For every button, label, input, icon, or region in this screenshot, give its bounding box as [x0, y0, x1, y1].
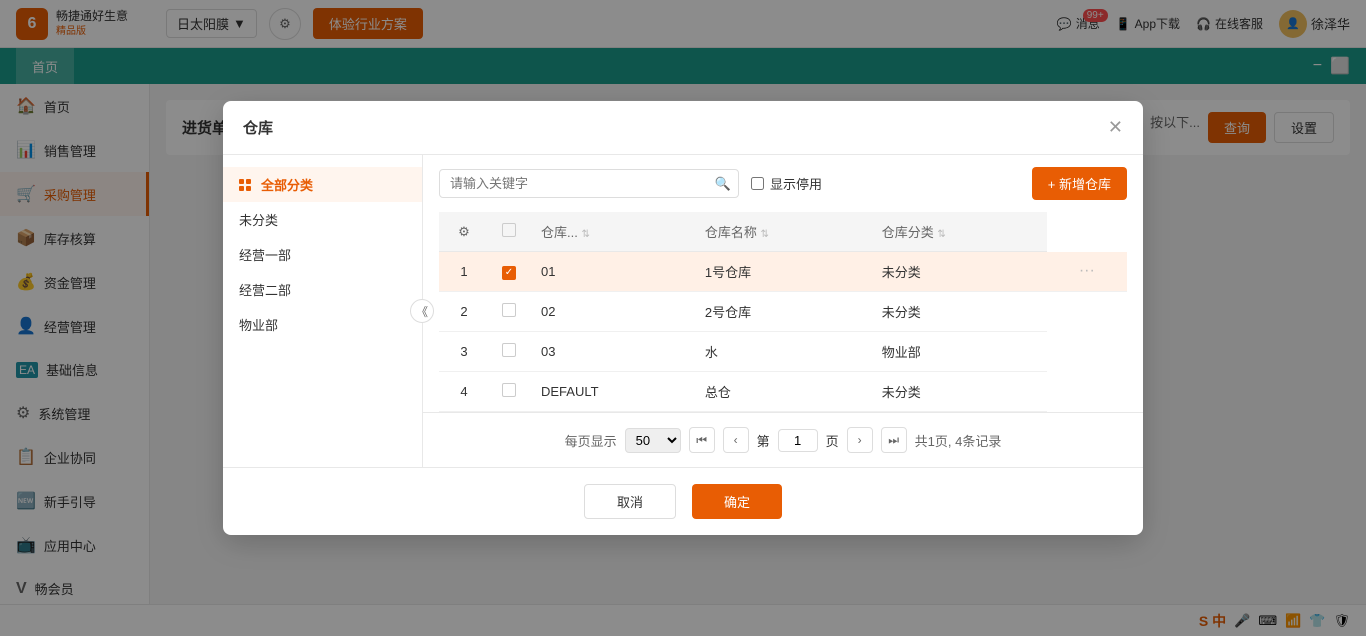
- col-checkbox: [489, 212, 529, 252]
- pagination: 每页显示 50 10 20 100 ⏮ ‹ 第 页 › ⏭ 共1页, 4条记录: [423, 412, 1143, 467]
- category-label-unclassified: 未分类: [239, 210, 278, 229]
- col-category-label: 仓库分类: [882, 225, 934, 240]
- modal-footer: 取消 确定: [223, 467, 1143, 535]
- sort-category-icon[interactable]: ⇅: [937, 229, 945, 240]
- all-categories-icon: [239, 179, 251, 191]
- category-item-all[interactable]: 全部分类: [223, 167, 422, 202]
- cell-name: 1号仓库: [693, 252, 870, 292]
- search-wrap: 🔍: [439, 169, 739, 198]
- col-settings: ⚙: [439, 212, 489, 252]
- cancel-button[interactable]: 取消: [584, 484, 676, 519]
- panel-toggle-button[interactable]: 《: [410, 299, 434, 323]
- first-page-btn[interactable]: ⏮: [689, 427, 715, 453]
- cell-code: 01: [529, 252, 693, 292]
- page-label: 页: [826, 431, 839, 450]
- sort-name-icon[interactable]: ⇅: [761, 229, 769, 240]
- add-warehouse-button[interactable]: + 新增仓库: [1032, 167, 1127, 200]
- next-page-btn[interactable]: ›: [847, 427, 873, 453]
- cell-category: 物业部: [870, 332, 1047, 372]
- row-checkbox[interactable]: ✓: [502, 266, 516, 280]
- category-label-all: 全部分类: [261, 175, 313, 194]
- page-size-select[interactable]: 50 10 20 100: [625, 428, 681, 453]
- cell-index: 3: [439, 332, 489, 372]
- search-icon[interactable]: 🔍: [715, 176, 731, 192]
- page-size-label: 每页显示: [565, 431, 617, 450]
- cell-category: 未分类: [870, 372, 1047, 412]
- cell-name: 总仓: [693, 372, 870, 412]
- category-panel: 《 全部分类 未分类 经营一部 经营二部: [223, 155, 423, 467]
- category-item-property[interactable]: 物业部: [223, 307, 422, 342]
- cell-name: 水: [693, 332, 870, 372]
- show-disabled-wrap: 显示停用: [751, 174, 822, 193]
- cell-index: 1: [439, 252, 489, 292]
- table-row[interactable]: 4 DEFAULT 总仓 未分类: [439, 372, 1127, 412]
- col-settings-icon[interactable]: ⚙: [458, 224, 470, 239]
- cell-category: 未分类: [870, 252, 1047, 292]
- right-panel: 🔍 显示停用 + 新增仓库 ⚙: [423, 155, 1143, 467]
- category-item-dept2[interactable]: 经营二部: [223, 272, 422, 307]
- col-category: 仓库分类 ⇅: [870, 212, 1047, 252]
- category-label-dept2: 经营二部: [239, 280, 291, 299]
- total-info: 共1页, 4条记录: [915, 431, 1002, 450]
- category-item-dept1[interactable]: 经营一部: [223, 237, 422, 272]
- confirm-button[interactable]: 确定: [692, 484, 782, 519]
- select-all-checkbox[interactable]: [502, 223, 516, 237]
- warehouse-table: ⚙ 仓库... ⇅ 仓库名称: [439, 212, 1127, 412]
- cell-index: 4: [439, 372, 489, 412]
- prev-page-btn[interactable]: ‹: [723, 427, 749, 453]
- table-row[interactable]: 3 03 水 物业部: [439, 332, 1127, 372]
- row-checkbox[interactable]: [502, 383, 516, 397]
- page-input[interactable]: [778, 429, 818, 452]
- category-item-unclassified[interactable]: 未分类: [223, 202, 422, 237]
- modal-title: 仓库: [243, 117, 273, 138]
- warehouse-modal: 仓库 ✕ 《 全部分类 未分类: [223, 101, 1143, 535]
- col-name: 仓库名称 ⇅: [693, 212, 870, 252]
- table-row[interactable]: 1 ✓ 01 1号仓库 未分类 ···: [439, 252, 1127, 292]
- cell-name: 2号仓库: [693, 292, 870, 332]
- last-page-btn[interactable]: ⏭: [881, 427, 907, 453]
- col-code-label: 仓库...: [541, 225, 578, 240]
- cell-code: 03: [529, 332, 693, 372]
- row-actions-icon[interactable]: ···: [1079, 262, 1095, 279]
- cell-checkbox[interactable]: [489, 292, 529, 332]
- cell-checkbox[interactable]: ✓: [489, 252, 529, 292]
- row-checkbox[interactable]: [502, 343, 516, 357]
- row-checkbox[interactable]: [502, 303, 516, 317]
- modal-body: 《 全部分类 未分类 经营一部 经营二部: [223, 155, 1143, 467]
- right-toolbar: 🔍 显示停用 + 新增仓库: [423, 155, 1143, 212]
- cell-index: 2: [439, 292, 489, 332]
- modal-header: 仓库 ✕: [223, 101, 1143, 155]
- cell-actions[interactable]: ···: [1047, 252, 1127, 292]
- cell-checkbox[interactable]: [489, 332, 529, 372]
- page-section-label: 第: [757, 431, 770, 450]
- modal-close-button[interactable]: ✕: [1108, 117, 1123, 138]
- search-input[interactable]: [439, 169, 739, 198]
- cell-code: DEFAULT: [529, 372, 693, 412]
- sort-code-icon[interactable]: ⇅: [581, 229, 589, 240]
- cell-checkbox[interactable]: [489, 372, 529, 412]
- show-disabled-label: 显示停用: [770, 174, 822, 193]
- col-code: 仓库... ⇅: [529, 212, 693, 252]
- category-label-property: 物业部: [239, 315, 278, 334]
- table-body: 1 ✓ 01 1号仓库 未分类 ··· 2 02 2号仓库 未分类 3 03 水…: [439, 252, 1127, 412]
- table-row[interactable]: 2 02 2号仓库 未分类: [439, 292, 1127, 332]
- col-name-label: 仓库名称: [705, 225, 757, 240]
- table-header-row: ⚙ 仓库... ⇅ 仓库名称: [439, 212, 1127, 252]
- show-disabled-checkbox[interactable]: [751, 177, 764, 190]
- cell-code: 02: [529, 292, 693, 332]
- cell-category: 未分类: [870, 292, 1047, 332]
- category-label-dept1: 经营一部: [239, 245, 291, 264]
- table-wrap: ⚙ 仓库... ⇅ 仓库名称: [423, 212, 1143, 412]
- modal-overlay: 仓库 ✕ 《 全部分类 未分类: [0, 0, 1366, 636]
